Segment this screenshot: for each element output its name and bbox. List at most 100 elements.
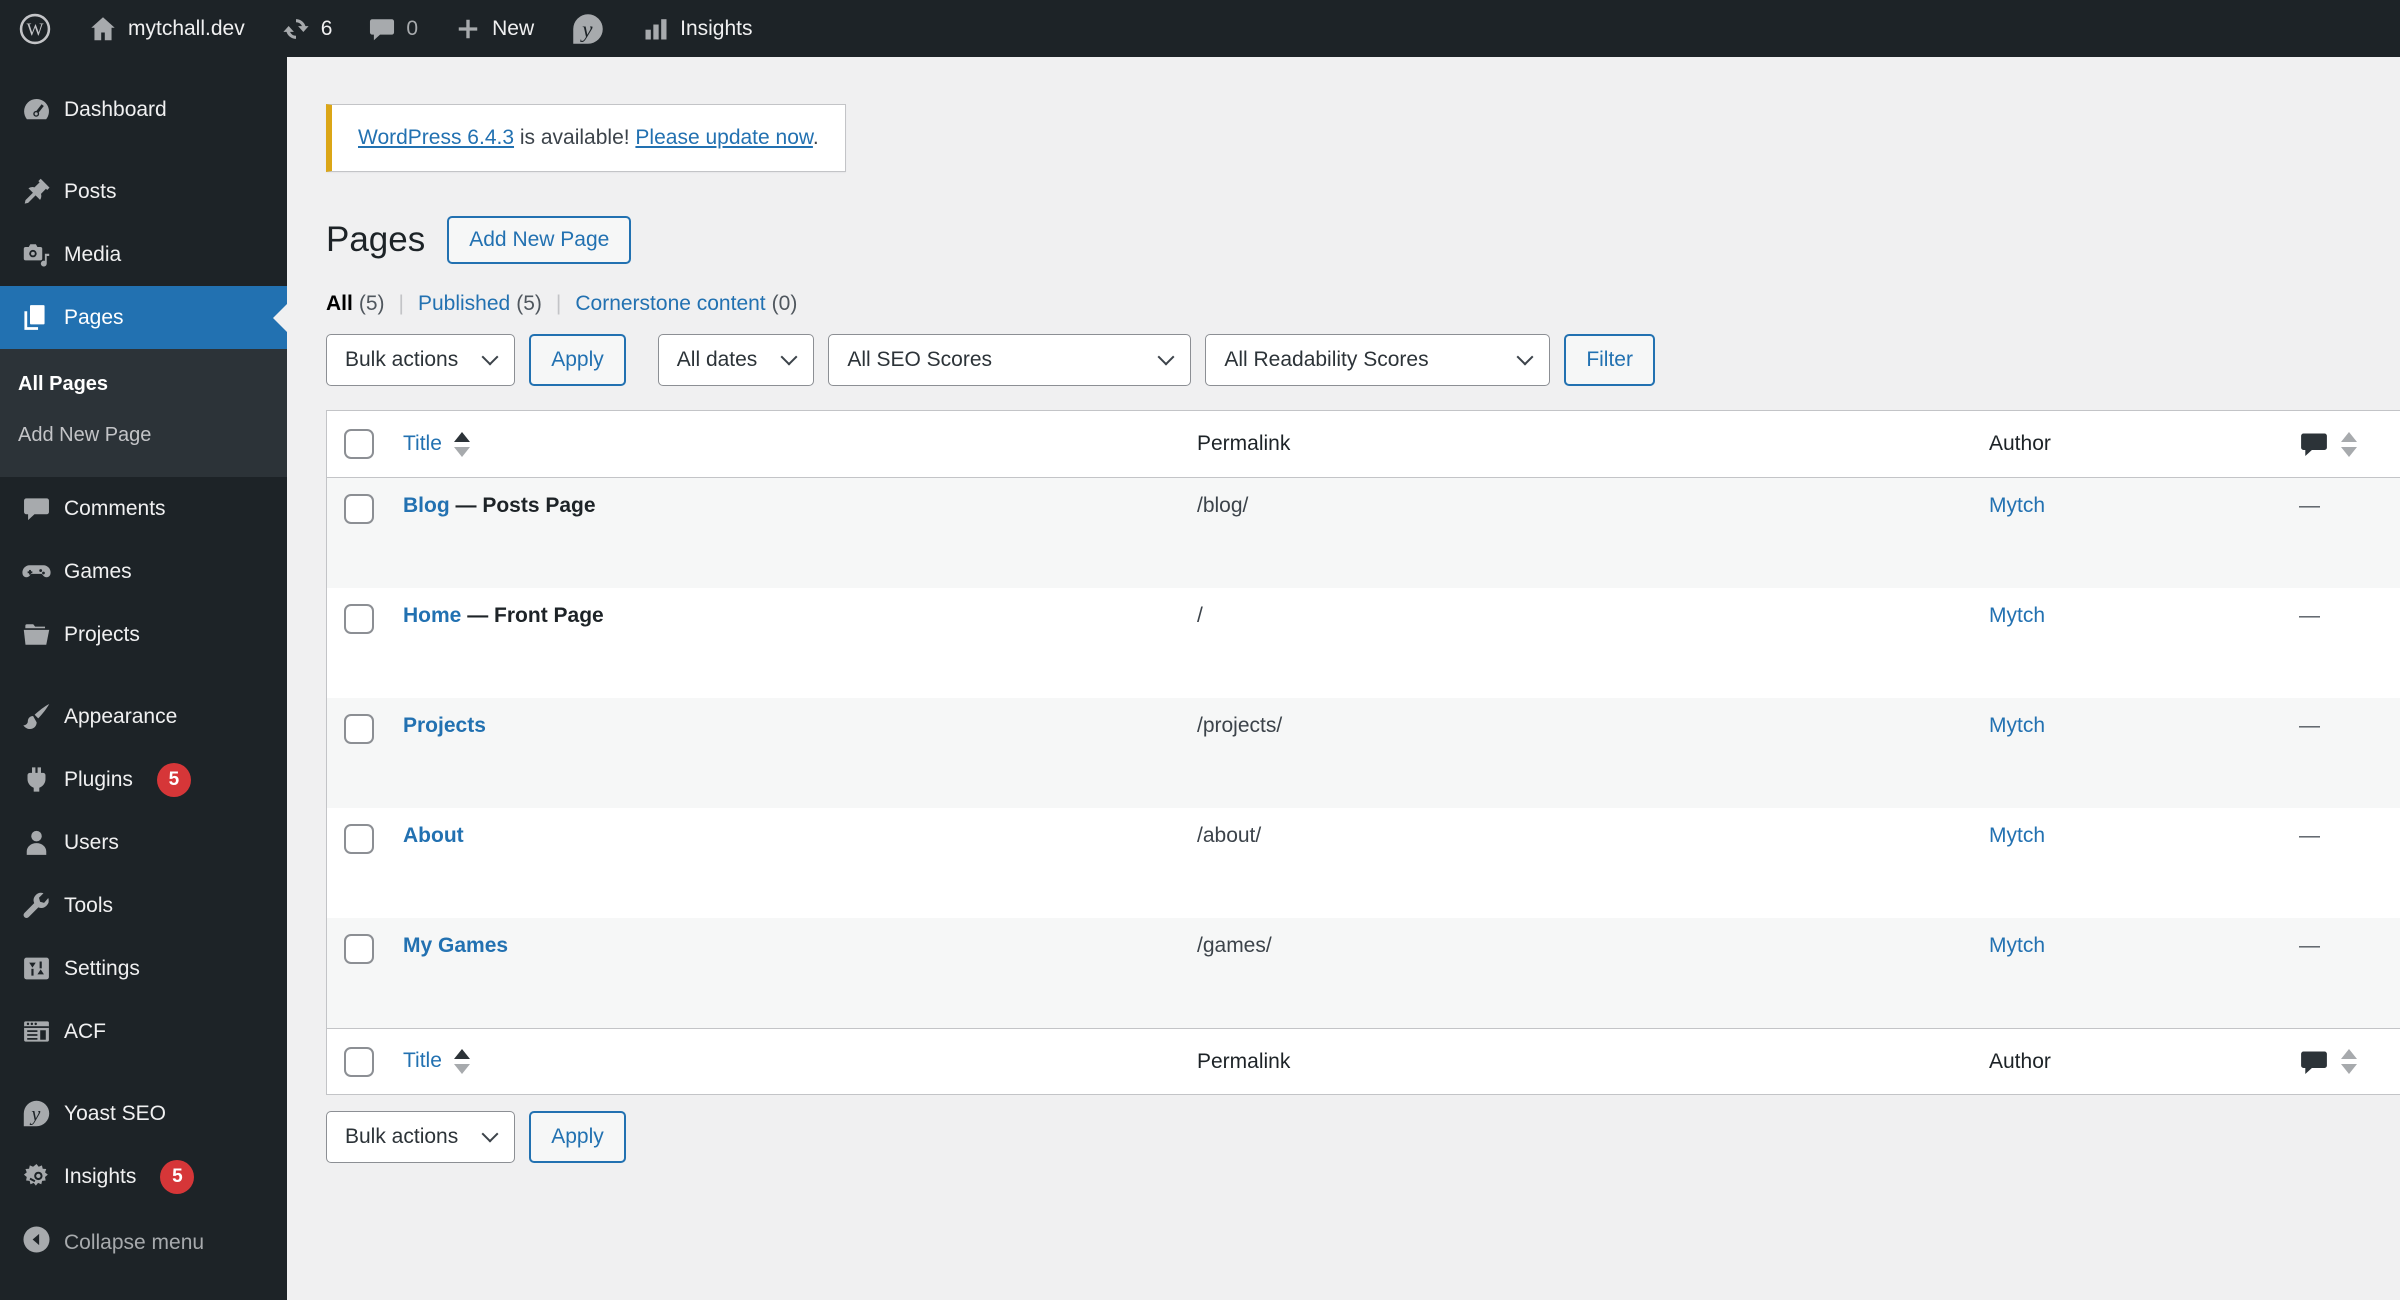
update-notice: WordPress 6.4.3 is available! Please upd… [326,104,846,172]
sidebar-item-tools[interactable]: Tools [0,874,287,937]
page-heading-row: Pages Add New Page [326,216,2400,264]
submenu-item-all-pages[interactable]: All Pages [0,359,287,410]
insights-menu[interactable]: Insights [624,0,770,57]
chevron-down-icon [1516,348,1534,366]
wordpress-version-link[interactable]: WordPress 6.4.3 [358,126,514,149]
permalink-cell: /games/ [1197,934,1272,957]
sidebar-item-insights[interactable]: Insights 5 [0,1145,287,1208]
page-title-link[interactable]: Projects [403,714,486,737]
comments-cell: — [2299,824,2320,847]
sidebar-item-games[interactable]: Games [0,540,287,603]
paintbrush-icon [21,701,52,732]
sidebar-item-pages[interactable]: Pages [0,286,287,349]
view-all-link[interactable]: All [326,292,353,315]
submenu-item-label: Add New Page [18,424,152,446]
apply-button[interactable]: Apply [529,334,626,386]
sidebar-item-label: Pages [64,305,124,329]
comments-header-icon[interactable] [2299,429,2329,459]
page-title-link[interactable]: Home [403,604,461,627]
select-all-checkbox[interactable] [344,1046,374,1077]
chevron-down-icon [481,348,499,366]
row-checkbox[interactable] [344,714,374,744]
dates-filter-select[interactable]: All dates [657,334,815,386]
comments-menu[interactable]: 0 [350,0,436,57]
notice-text: is available! [514,126,636,149]
wordpress-logo-icon: W [18,12,52,46]
sidebar-item-projects[interactable]: Projects [0,603,287,666]
new-label: New [492,16,535,40]
pages-table: Title Permalink Author Blog — Posts Page… [326,410,2400,1095]
sidebar-item-posts[interactable]: Posts [0,160,287,223]
row-checkbox[interactable] [344,494,374,524]
wordpress-menu[interactable]: W [0,0,70,57]
author-link[interactable]: Mytch [1989,714,2045,737]
view-published-count: (5) [516,292,542,315]
svg-text:y: y [580,16,593,42]
please-update-link[interactable]: Please update now [635,126,812,149]
sort-by-title-link[interactable]: Title [403,432,442,455]
admin-bar: W mytchall.dev 6 0 New y Insights [0,0,2400,57]
author-link[interactable]: Mytch [1989,604,2045,627]
row-checkbox[interactable] [344,934,374,964]
site-name-menu[interactable]: mytchall.dev [70,0,263,57]
bulk-actions-select-bottom[interactable]: Bulk actions [326,1111,516,1163]
sidebar-item-plugins[interactable]: Plugins 5 [0,748,287,811]
new-content-menu[interactable]: New [436,0,552,57]
updates-menu[interactable]: 6 [263,0,351,57]
page-title-link[interactable]: Blog [403,494,450,517]
sidebar-item-label: ACF [64,1019,106,1043]
comments-cell: — [2299,494,2320,517]
page-title-suffix: — Posts Page [455,494,596,517]
sidebar-menu: Dashboard Posts Media Pages All Pages Ad… [0,57,287,1300]
yoast-menu[interactable]: y [552,0,624,57]
sidebar-item-label: Yoast SEO [64,1101,166,1125]
seo-scores-select[interactable]: All SEO Scores [828,334,1192,386]
page-title-link[interactable]: My Games [403,934,508,957]
view-separator: | [555,292,562,315]
author-link[interactable]: Mytch [1989,824,2045,847]
sidebar-item-acf[interactable]: ACF [0,1000,287,1063]
svg-text:W: W [27,19,44,39]
submenu-item-label: All Pages [18,373,109,395]
game-controller-icon [21,556,52,587]
comments-sort-arrows[interactable] [2341,431,2357,457]
bottom-toolbar: Bulk actions Apply [326,1111,2400,1163]
user-icon [21,827,52,858]
comments-header-icon[interactable] [2299,1047,2329,1077]
page-title: Pages [326,220,426,259]
bulk-actions-value: Bulk actions [345,348,459,371]
bulk-actions-select[interactable]: Bulk actions [326,334,516,386]
chevron-down-icon [780,348,798,366]
sidebar-item-users[interactable]: Users [0,811,287,874]
sidebar-item-appearance[interactable]: Appearance [0,685,287,748]
title-sort-arrows[interactable] [453,1049,470,1074]
chevron-down-icon [1157,348,1175,366]
filter-button[interactable]: Filter [1564,334,1655,386]
sidebar-item-settings[interactable]: Settings [0,937,287,1000]
sort-by-title-link[interactable]: Title [403,1049,442,1072]
svg-text:y: y [29,1103,40,1125]
row-checkbox[interactable] [344,824,374,854]
author-link[interactable]: Mytch [1989,934,2045,957]
submenu-item-add-new-page[interactable]: Add New Page [0,410,287,461]
menu-separator [0,1063,287,1082]
view-published-link[interactable]: Published [418,292,510,315]
page-title-link[interactable]: About [403,824,464,847]
sidebar-item-dashboard[interactable]: Dashboard [0,78,287,141]
comments-sort-arrows[interactable] [2341,1049,2357,1074]
sidebar-item-comments[interactable]: Comments [0,477,287,540]
sidebar-item-label: Dashboard [64,97,167,121]
row-checkbox[interactable] [344,604,374,634]
title-sort-arrows[interactable] [453,431,470,457]
sidebar-item-yoast-seo[interactable]: y Yoast SEO [0,1082,287,1145]
add-new-page-button[interactable]: Add New Page [447,216,632,264]
update-count: 6 [320,16,333,40]
collapse-menu-button[interactable]: Collapse menu [0,1211,287,1274]
apply-button-bottom[interactable]: Apply [529,1111,626,1163]
sidebar-item-media[interactable]: Media [0,223,287,286]
readability-scores-select[interactable]: All Readability Scores [1205,334,1551,386]
author-link[interactable]: Mytch [1989,494,2045,517]
view-cornerstone-link[interactable]: Cornerstone content [575,292,765,315]
select-all-checkbox[interactable] [344,429,374,459]
camera-icon [21,239,52,270]
